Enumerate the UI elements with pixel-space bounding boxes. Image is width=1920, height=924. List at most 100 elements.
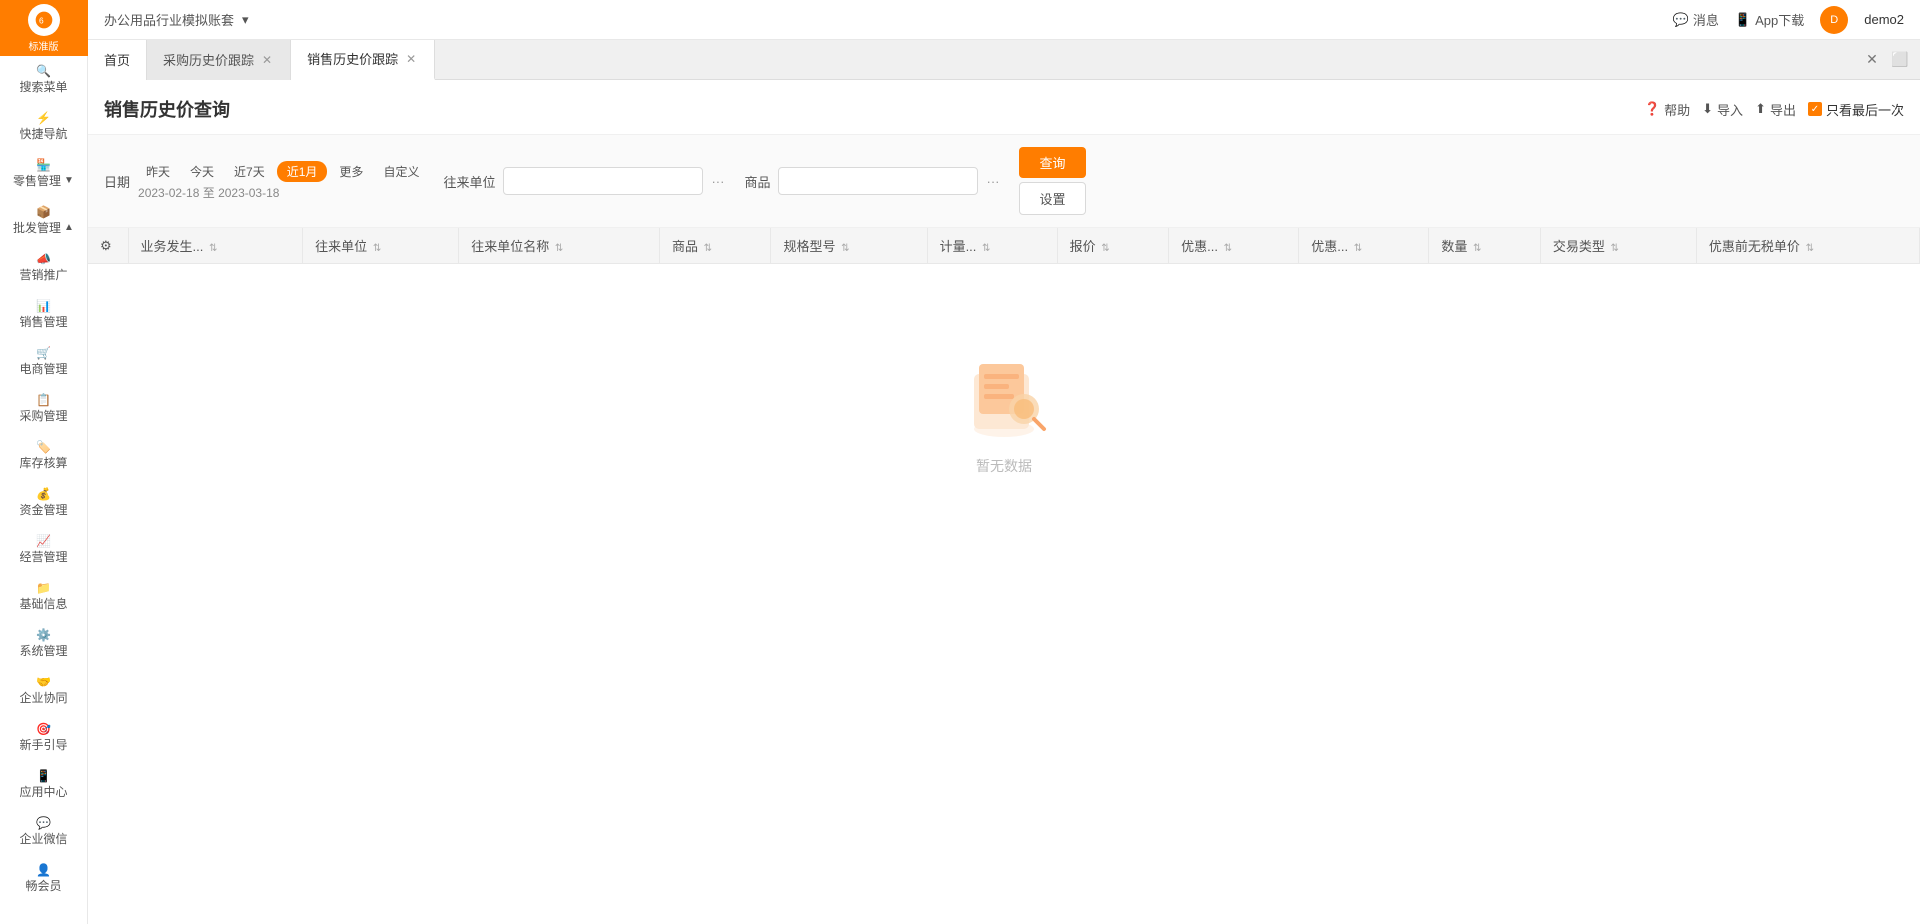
gear-icon: ⚙ xyxy=(100,238,112,253)
sidebar-item-basic[interactable]: 📁 基础信息 xyxy=(0,573,87,620)
wholesale-icon: 📦 xyxy=(36,205,51,219)
product-input[interactable] xyxy=(778,167,978,195)
table-col-settings[interactable]: ⚙ xyxy=(88,228,128,264)
table-col-product[interactable]: 商品 ⇅ xyxy=(659,228,771,264)
only-last-toggle[interactable]: 只看最后一次 xyxy=(1808,100,1904,119)
table-col-spec[interactable]: 规格型号 ⇅ xyxy=(771,228,927,264)
sidebar-item-label: 采购管理 xyxy=(19,407,67,424)
topbar-title: 办公用品行业模拟账套 xyxy=(104,10,234,29)
table-col-unit[interactable]: 计量... ⇅ xyxy=(927,228,1057,264)
sort-icon: ⇅ xyxy=(1806,243,1814,254)
sidebar-item-guide[interactable]: 🎯 新手引导 xyxy=(0,714,87,761)
operation-icon: 📈 xyxy=(36,534,51,548)
table-col-partner-name[interactable]: 往来单位名称 ⇅ xyxy=(459,228,660,264)
help-button[interactable]: ❓ 帮助 xyxy=(1644,100,1690,119)
table-container: ⚙ 业务发生... ⇅ 往来单位 ⇅ 往来单位名称 ⇅ xyxy=(88,228,1920,924)
sidebar-item-shortcut[interactable]: ⚡ 快捷导航 xyxy=(0,103,87,150)
import-button[interactable]: ⬇ 导入 xyxy=(1702,100,1743,119)
close-window-button[interactable]: ✕ xyxy=(1860,48,1884,72)
help-icon: ❓ xyxy=(1644,101,1660,117)
topbar-dropdown-icon[interactable]: ▾ xyxy=(242,12,249,28)
page-header: 销售历史价查询 ❓ 帮助 ⬇ 导入 ⬆ 导出 只看最后一次 xyxy=(88,80,1920,135)
table-col-discount2[interactable]: 优惠... ⇅ xyxy=(1299,228,1429,264)
table-col-pretax-price[interactable]: 优惠前无税单价 ⇅ xyxy=(1696,228,1919,264)
username[interactable]: demo2 xyxy=(1864,12,1904,27)
date-btn-more[interactable]: 更多 xyxy=(331,161,371,182)
empty-text: 暂无数据 xyxy=(976,456,1032,476)
tab-window-actions: ✕ ⬜ xyxy=(1860,48,1920,72)
partner-select-icon[interactable]: ··· xyxy=(707,172,728,191)
date-filter-group: 日期 昨天 今天 近7天 近1月 更多 自定义 2023-02-18 至 202… xyxy=(104,161,427,201)
app-download-button[interactable]: 📱 App下载 xyxy=(1735,10,1804,29)
sidebar-item-label: 系统管理 xyxy=(19,642,67,659)
data-table: ⚙ 业务发生... ⇅ 往来单位 ⇅ 往来单位名称 ⇅ xyxy=(88,228,1920,264)
logo-icon: 6 xyxy=(28,4,60,36)
sidebar-item-purchase[interactable]: 📋 采购管理 xyxy=(0,385,87,432)
export-button[interactable]: ⬆ 导出 xyxy=(1755,100,1796,119)
date-filter-label: 日期 xyxy=(104,172,130,191)
sidebar-item-system[interactable]: ⚙️ 系统管理 xyxy=(0,620,87,667)
sort-icon: ⇅ xyxy=(373,243,381,254)
sidebar-item-member[interactable]: 👤 畅会员 xyxy=(0,855,87,902)
tab-label: 销售历史价跟踪 xyxy=(307,49,398,68)
message-button[interactable]: 💬 消息 xyxy=(1673,10,1719,29)
filter-area: 日期 昨天 今天 近7天 近1月 更多 自定义 2023-02-18 至 202… xyxy=(88,135,1920,228)
chevron-up-icon: ▲ xyxy=(64,222,74,233)
empty-state: 暂无数据 xyxy=(88,264,1920,556)
date-btn-today[interactable]: 今天 xyxy=(182,161,222,182)
sidebar-item-enterprise[interactable]: 🤝 企业协同 xyxy=(0,667,87,714)
import-icon: ⬇ xyxy=(1702,101,1713,117)
maximize-window-button[interactable]: ⬜ xyxy=(1888,48,1912,72)
table-col-partner-code[interactable]: 往来单位 ⇅ xyxy=(303,228,459,264)
sidebar-item-retail[interactable]: 🏪 零售管理 ▼ xyxy=(0,150,87,197)
settings-button[interactable]: 设置 xyxy=(1019,182,1085,215)
page-area: 销售历史价查询 ❓ 帮助 ⬇ 导入 ⬆ 导出 只看最后一次 xyxy=(88,80,1920,924)
sort-icon: ⇅ xyxy=(1473,243,1481,254)
filter-action-group: 查询 设置 xyxy=(1019,147,1085,215)
sidebar-item-inventory[interactable]: 🏷️ 库存核算 xyxy=(0,432,87,479)
date-btn-custom[interactable]: 自定义 xyxy=(375,161,427,182)
tab-home[interactable]: 首页 xyxy=(88,40,147,80)
table-col-discount1[interactable]: 优惠... ⇅ xyxy=(1169,228,1299,264)
sidebar-item-ecommerce[interactable]: 🛒 电商管理 xyxy=(0,338,87,385)
sort-icon: ⇅ xyxy=(1224,243,1232,254)
table-col-quote[interactable]: 报价 ⇅ xyxy=(1057,228,1169,264)
sidebar: 6 标准版 🔍 搜索菜单 ⚡ 快捷导航 🏪 零售管理 ▼ 📦 批发管理 ▲ xyxy=(0,0,88,924)
sidebar-item-label: 搜索菜单 xyxy=(19,78,67,95)
product-select-icon[interactable]: ··· xyxy=(982,172,1003,191)
page-title: 销售历史价查询 xyxy=(104,96,230,122)
sidebar-item-apps[interactable]: 📱 应用中心 xyxy=(0,761,87,808)
sidebar-item-label: 新手引导 xyxy=(19,736,67,753)
sales-icon: 📊 xyxy=(36,299,51,313)
query-button[interactable]: 查询 xyxy=(1019,147,1085,178)
user-avatar[interactable]: D xyxy=(1820,6,1848,34)
sidebar-item-sales[interactable]: 📊 销售管理 xyxy=(0,291,87,338)
sidebar-item-operation[interactable]: 📈 经营管理 xyxy=(0,526,87,573)
sidebar-item-finance[interactable]: 💰 资金管理 xyxy=(0,479,87,526)
date-range-display: 2023-02-18 至 2023-03-18 xyxy=(138,184,427,201)
partner-input[interactable] xyxy=(503,167,703,195)
table-col-qty[interactable]: 数量 ⇅ xyxy=(1429,228,1541,264)
date-btn-yesterday[interactable]: 昨天 xyxy=(138,161,178,182)
date-btn-last1m[interactable]: 近1月 xyxy=(277,161,328,182)
sort-icon: ⇅ xyxy=(841,243,849,254)
table-col-trade-type[interactable]: 交易类型 ⇅ xyxy=(1540,228,1696,264)
table-col-biz-date[interactable]: 业务发生... ⇅ xyxy=(128,228,303,264)
sidebar-item-label: 畅会员 xyxy=(25,877,61,894)
sidebar-item-wholesale[interactable]: 📦 批发管理 ▲ xyxy=(0,197,87,244)
sidebar-item-label: 零售管理 xyxy=(13,172,61,189)
shortcut-icon: ⚡ xyxy=(36,111,51,125)
sidebar-item-wechat[interactable]: 💬 企业微信 xyxy=(0,808,87,855)
tab-sales-history[interactable]: 销售历史价跟踪 ✕ xyxy=(291,40,435,80)
sidebar-item-marketing[interactable]: 📣 营销推广 xyxy=(0,244,87,291)
logo: 6 标准版 xyxy=(0,0,88,56)
download-icon: 📱 xyxy=(1735,12,1751,28)
main-content: 办公用品行业模拟账套 ▾ 💬 消息 📱 App下载 D demo2 首页 采购历… xyxy=(88,0,1920,924)
tab-close-sales[interactable]: ✕ xyxy=(404,50,418,68)
tab-purchase-history[interactable]: 采购历史价跟踪 ✕ xyxy=(147,40,291,80)
member-icon: 👤 xyxy=(36,863,51,877)
sidebar-item-label: 批发管理 xyxy=(13,219,61,236)
date-btn-last7[interactable]: 近7天 xyxy=(226,161,273,182)
tab-close-purchase[interactable]: ✕ xyxy=(260,51,274,69)
sidebar-item-search[interactable]: 🔍 搜索菜单 xyxy=(0,56,87,103)
